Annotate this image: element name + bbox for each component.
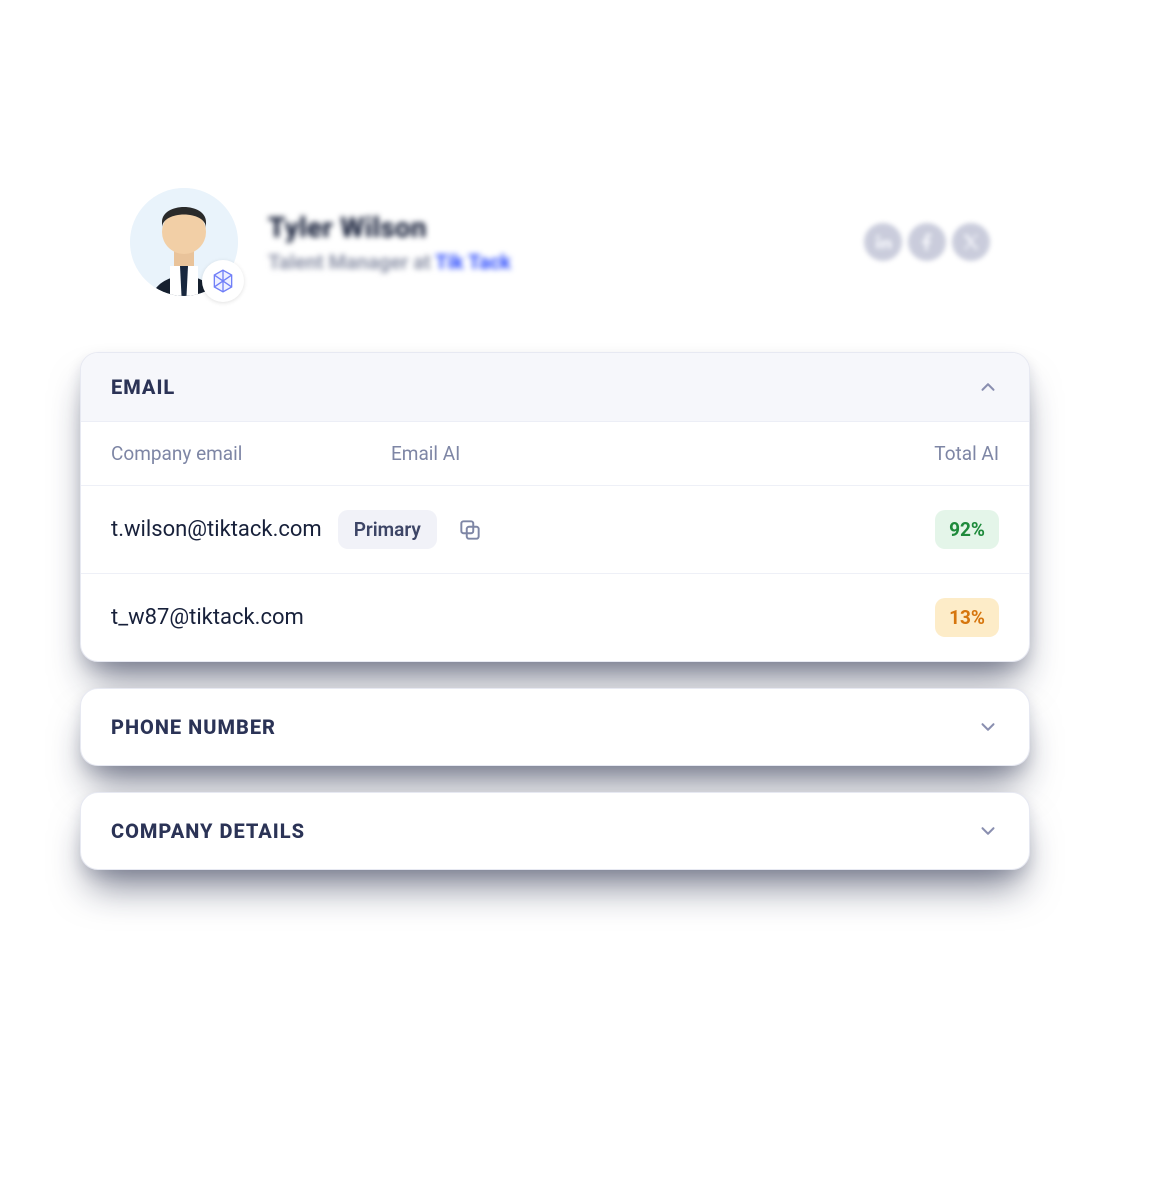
company-link[interactable]: Tik Tack (435, 250, 511, 274)
x-icon[interactable] (952, 223, 990, 261)
profile-header: Tyler Wilson Talent Manager at Tik Tack (80, 180, 1030, 296)
col-total-ai: Total AI (889, 442, 999, 465)
phone-section-header[interactable]: PHONE NUMBER (81, 689, 1029, 765)
chevron-down-icon (977, 820, 999, 842)
role-prefix: Talent Manager at (268, 250, 435, 274)
company-section-title: COMPANY DETAILS (111, 819, 305, 843)
email-section-title: EMAIL (111, 375, 175, 399)
email-section: EMAIL Company email Email AI Total AI t.… (80, 352, 1030, 662)
chevron-up-icon (977, 376, 999, 398)
email-row: t.wilson@tiktack.com Primary 92% (81, 486, 1029, 574)
contact-card-container: Tyler Wilson Talent Manager at Tik Tack … (80, 180, 1030, 896)
socials (864, 223, 990, 261)
person-name: Tyler Wilson (268, 211, 511, 244)
score-badge: 92% (935, 510, 999, 549)
identity: Tyler Wilson Talent Manager at Tik Tack (268, 211, 511, 274)
person-role: Talent Manager at Tik Tack (268, 250, 511, 274)
avatar-wrap (130, 188, 238, 296)
col-email-ai: Email AI (391, 442, 889, 465)
company-badge-icon (202, 260, 244, 302)
primary-badge: Primary (338, 510, 437, 549)
linkedin-icon[interactable] (864, 223, 902, 261)
score-badge: 13% (935, 598, 999, 637)
company-section-header[interactable]: COMPANY DETAILS (81, 793, 1029, 869)
email-columns: Company email Email AI Total AI (81, 422, 1029, 486)
email-section-header[interactable]: EMAIL (81, 353, 1029, 422)
phone-section: PHONE NUMBER (80, 688, 1030, 766)
email-row: t_w87@tiktack.com 13% (81, 574, 1029, 661)
email-address: t.wilson@tiktack.com (111, 517, 322, 542)
chevron-down-icon (977, 716, 999, 738)
phone-section-title: PHONE NUMBER (111, 715, 276, 739)
email-address: t_w87@tiktack.com (111, 605, 304, 630)
col-company-email: Company email (111, 442, 391, 465)
copy-icon[interactable] (453, 513, 487, 547)
facebook-icon[interactable] (908, 223, 946, 261)
company-section: COMPANY DETAILS (80, 792, 1030, 870)
